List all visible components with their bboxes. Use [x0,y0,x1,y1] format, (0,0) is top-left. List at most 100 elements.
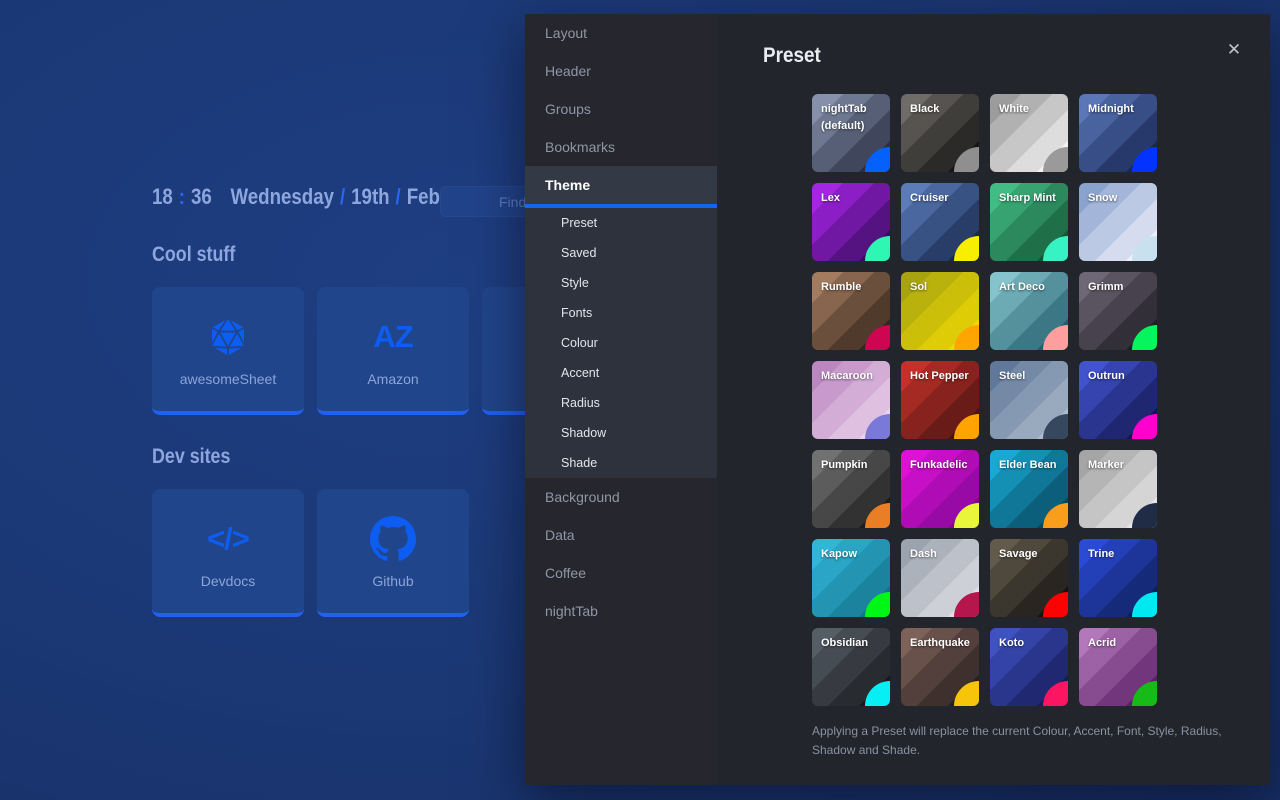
accent-swatch [1043,503,1068,528]
bookmark-card-amazon[interactable]: AZ Amazon [317,287,469,415]
preset-name: Snow [1088,192,1118,204]
accent-swatch [1132,236,1157,261]
accent-swatch [1043,592,1068,617]
preset-name: Funkadelic [910,459,968,471]
sidebar-item-data[interactable]: Data [525,516,717,554]
preset-tile-elder-bean[interactable]: Elder Bean [990,450,1068,528]
preset-tile-sharp-mint[interactable]: Sharp Mint [990,183,1068,261]
submenu-item-accent[interactable]: Accent [525,358,717,388]
accent-swatch [1043,681,1068,706]
bookmark-label: Amazon [367,370,419,387]
accent-swatch [1132,681,1157,706]
preset-tile-midnight[interactable]: Midnight [1079,94,1157,172]
preset-tile-macaroon[interactable]: Macaroon [812,361,890,439]
preset-tile-outrun[interactable]: Outrun [1079,361,1157,439]
preset-tile-art-deco[interactable]: Art Deco [990,272,1068,350]
accent-swatch [1043,147,1068,172]
preset-tile-black[interactable]: Black [901,94,979,172]
preset-name: Art Deco [999,281,1045,293]
github-icon [370,515,416,561]
preset-tile-pumpkin[interactable]: Pumpkin [812,450,890,528]
preset-tile-funkadelic[interactable]: Funkadelic [901,450,979,528]
accent-swatch [1043,325,1068,350]
submenu-item-saved[interactable]: Saved [525,238,717,268]
accent-swatch [954,503,979,528]
preset-tile-white[interactable]: White [990,94,1068,172]
preset-name: Black [910,103,940,115]
submenu-item-fonts[interactable]: Fonts [525,298,717,328]
accent-swatch [1132,503,1157,528]
panel-title: Preset [763,44,821,67]
accent-swatch [1043,236,1068,261]
submenu-item-radius[interactable]: Radius [525,388,717,418]
preset-name: Sharp Mint [999,192,1056,204]
clock-and-date: 18 : 36 Wednesday / 19th / February [152,184,487,210]
clock-minutes: 36 [190,184,212,209]
submenu-item-shade[interactable]: Shade [525,448,717,478]
sidebar-item-background[interactable]: Background [525,478,717,516]
settings-modal: Layout Header Groups Bookmarks Theme Preset Sa… [525,14,1270,785]
settings-panel: Preset ✕ nightTab (default) Black White Mid… [717,14,1270,785]
preset-tile-obsidian[interactable]: Obsidian [812,628,890,706]
bookmark-label: awesomeSheet [179,370,277,387]
accent-swatch [865,503,890,528]
preset-name: Obsidian [821,637,869,649]
sidebar-item-nighttab[interactable]: nightTab [525,592,717,630]
code-icon: </> [207,520,250,556]
accent-swatch [954,414,979,439]
date-separator: / [339,184,346,209]
submenu-item-shadow[interactable]: Shadow [525,418,717,448]
preset-name: Lex [821,192,840,204]
bookmark-label: Devdocs [200,572,256,589]
preset-tile-nighttab-default[interactable]: nightTab (default) [812,94,890,172]
amazon-monogram-icon: AZ [373,318,413,354]
preset-tile-trine[interactable]: Trine [1079,539,1157,617]
bookmark-label: Github [372,572,414,589]
preset-tile-rumble[interactable]: Rumble [812,272,890,350]
sidebar-item-header[interactable]: Header [525,52,717,90]
preset-tile-sol[interactable]: Sol [901,272,979,350]
preset-name: Elder Bean [999,459,1057,471]
date-separator: / [395,184,401,209]
preset-name: Savage [999,548,1038,560]
preset-tile-earthquake[interactable]: Earthquake [901,628,979,706]
preset-tile-snow[interactable]: Snow [1079,183,1157,261]
preset-tile-steel[interactable]: Steel [990,361,1068,439]
bookmark-card-github[interactable]: Github [317,489,469,617]
preset-name: White [999,103,1029,115]
accent-swatch [865,681,890,706]
preset-tile-marker[interactable]: Marker [1079,450,1157,528]
sidebar-item-theme[interactable]: Theme [525,166,717,208]
sidebar-item-groups[interactable]: Groups [525,90,717,128]
accent-swatch [865,147,890,172]
preset-tile-cruiser[interactable]: Cruiser [901,183,979,261]
preset-tile-savage[interactable]: Savage [990,539,1068,617]
accent-swatch [1132,414,1157,439]
clock-hours: 18 [152,184,173,209]
accent-swatch [954,592,979,617]
preset-tile-acrid[interactable]: Acrid [1079,628,1157,706]
preset-name: Marker [1088,459,1125,471]
sidebar-item-coffee[interactable]: Coffee [525,554,717,592]
accent-swatch [865,414,890,439]
theme-submenu: Preset Saved Style Fonts Colour Accent Radius S… [525,208,717,478]
bookmark-card-awesomesheet[interactable]: awesomeSheet [152,287,304,415]
preset-name: Pumpkin [821,459,868,471]
preset-tile-kapow[interactable]: Kapow [812,539,890,617]
preset-note: Applying a Preset will replace the curre… [812,724,1222,757]
accent-swatch [1132,592,1157,617]
bookmark-card-devdocs[interactable]: </> Devdocs [152,489,304,617]
sidebar-item-layout[interactable]: Layout [525,14,717,52]
preset-tile-lex[interactable]: Lex [812,183,890,261]
preset-tile-koto[interactable]: Koto [990,628,1068,706]
preset-tile-grimm[interactable]: Grimm [1079,272,1157,350]
submenu-item-preset[interactable]: Preset [525,208,717,238]
accent-swatch [865,236,890,261]
submenu-item-colour[interactable]: Colour [525,328,717,358]
submenu-item-style[interactable]: Style [525,268,717,298]
preset-tile-dash[interactable]: Dash [901,539,979,617]
sidebar-item-bookmarks[interactable]: Bookmarks [525,128,717,166]
preset-tile-hot-pepper[interactable]: Hot Pepper [901,361,979,439]
close-icon[interactable]: ✕ [1222,38,1246,62]
accent-swatch [954,147,979,172]
